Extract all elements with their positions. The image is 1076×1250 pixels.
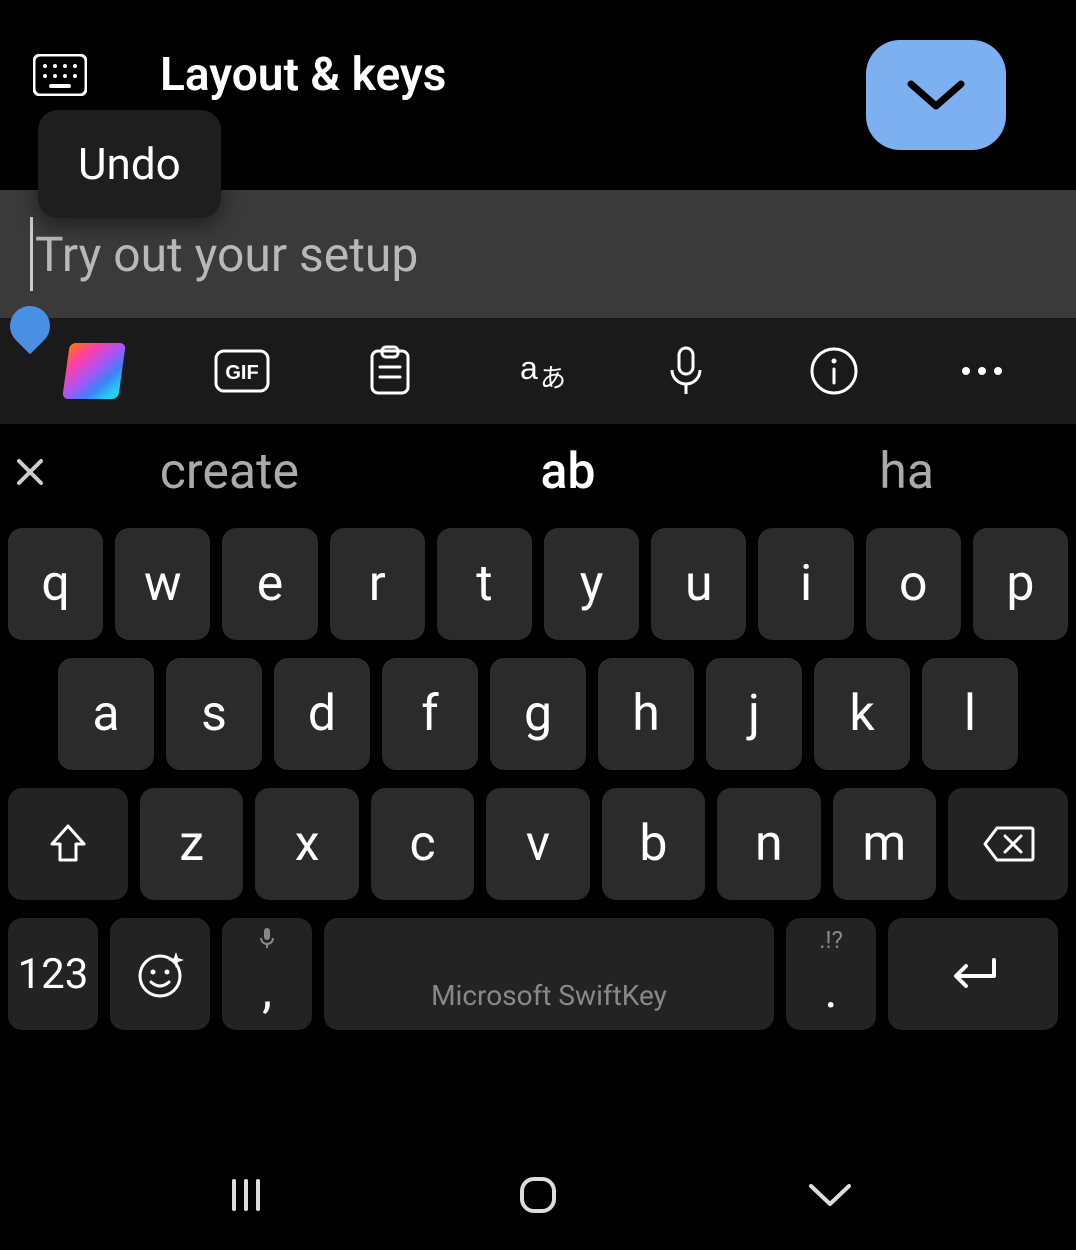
key-z[interactable]: z: [140, 788, 243, 900]
keyboard-row-2: a s d f g h j k l: [4, 658, 1072, 770]
translate-button[interactable]: a あ: [478, 331, 598, 411]
nav-recents[interactable]: [186, 1175, 306, 1215]
gif-icon: GIF: [214, 349, 270, 393]
key-v[interactable]: v: [486, 788, 589, 900]
key-shift[interactable]: [8, 788, 128, 900]
key-q[interactable]: q: [8, 528, 103, 640]
key-l[interactable]: l: [922, 658, 1018, 770]
key-m[interactable]: m: [833, 788, 936, 900]
key-s[interactable]: s: [166, 658, 262, 770]
more-icon: [958, 365, 1006, 377]
system-nav-bar: [0, 1140, 1076, 1250]
suggestion-bar: create ab ha: [0, 424, 1076, 520]
svg-text:GIF: GIF: [225, 362, 258, 384]
more-button[interactable]: [922, 331, 1042, 411]
copilot-icon: [62, 343, 126, 399]
key-d[interactable]: d: [274, 658, 370, 770]
key-period[interactable]: .!? .: [786, 918, 876, 1030]
svg-text:あ: あ: [540, 363, 566, 393]
suggestion-1[interactable]: create: [60, 443, 399, 501]
key-p[interactable]: p: [973, 528, 1068, 640]
chevron-down-icon: [805, 1180, 855, 1210]
keyboard-row-3: z x c v b n m: [4, 788, 1072, 900]
chevron-down-icon: [905, 76, 967, 114]
keyboard-settings-icon[interactable]: [30, 50, 90, 100]
key-o[interactable]: o: [866, 528, 961, 640]
key-k[interactable]: k: [814, 658, 910, 770]
key-j[interactable]: j: [706, 658, 802, 770]
nav-home[interactable]: [478, 1173, 598, 1217]
key-c[interactable]: c: [371, 788, 474, 900]
suggestion-2[interactable]: ab: [399, 443, 738, 501]
key-comma[interactable]: ,: [222, 918, 312, 1030]
close-suggestions-button[interactable]: [0, 457, 60, 487]
key-backspace[interactable]: [948, 788, 1068, 900]
mic-sub-icon: [258, 926, 276, 956]
key-h[interactable]: h: [598, 658, 694, 770]
suggestion-3[interactable]: ha: [737, 443, 1076, 501]
mic-button[interactable]: [626, 331, 746, 411]
keyboard-toolbar: GIF a あ: [0, 318, 1076, 424]
text-cursor: [30, 217, 33, 291]
translate-icon: a あ: [506, 347, 570, 395]
key-a[interactable]: a: [58, 658, 154, 770]
undo-popup[interactable]: Undo: [38, 110, 221, 218]
home-icon: [516, 1173, 560, 1217]
header: Layout & keys Undo: [0, 0, 1076, 190]
copilot-button[interactable]: [34, 331, 154, 411]
key-y[interactable]: y: [544, 528, 639, 640]
input-placeholder: Try out your setup: [35, 226, 418, 283]
backspace-icon: [981, 824, 1035, 864]
nav-back[interactable]: [770, 1180, 890, 1210]
keyboard-row-1: q w e r t y u i o p: [4, 528, 1072, 640]
key-e[interactable]: e: [222, 528, 317, 640]
recents-icon: [226, 1175, 266, 1215]
key-i[interactable]: i: [758, 528, 853, 640]
key-space[interactable]: Microsoft SwiftKey: [324, 918, 774, 1030]
key-n[interactable]: n: [717, 788, 820, 900]
page-title: Layout & keys: [160, 48, 446, 102]
shift-icon: [48, 822, 88, 866]
emoji-sparkle-icon: [132, 946, 188, 1002]
info-button[interactable]: [774, 331, 894, 411]
close-icon: [15, 457, 45, 487]
enter-icon: [944, 954, 1002, 994]
key-r[interactable]: r: [330, 528, 425, 640]
clipboard-icon: [368, 345, 412, 397]
key-numbers[interactable]: 123: [8, 918, 98, 1030]
key-t[interactable]: t: [437, 528, 532, 640]
key-enter[interactable]: [888, 918, 1058, 1030]
gif-button[interactable]: GIF: [182, 331, 302, 411]
info-icon: [808, 345, 860, 397]
key-g[interactable]: g: [490, 658, 586, 770]
keyboard-row-4: 123 , Microsoft SwiftKey .!? .: [4, 918, 1072, 1030]
svg-text:a: a: [520, 350, 538, 386]
key-emoji[interactable]: [110, 918, 210, 1030]
collapse-button[interactable]: [866, 40, 1006, 150]
clipboard-button[interactable]: [330, 331, 450, 411]
key-w[interactable]: w: [115, 528, 210, 640]
key-u[interactable]: u: [651, 528, 746, 640]
mic-icon: [666, 344, 706, 398]
keyboard: q w e r t y u i o p a s d f g h j k l z …: [0, 520, 1076, 1030]
key-b[interactable]: b: [602, 788, 705, 900]
key-x[interactable]: x: [255, 788, 358, 900]
key-f[interactable]: f: [382, 658, 478, 770]
